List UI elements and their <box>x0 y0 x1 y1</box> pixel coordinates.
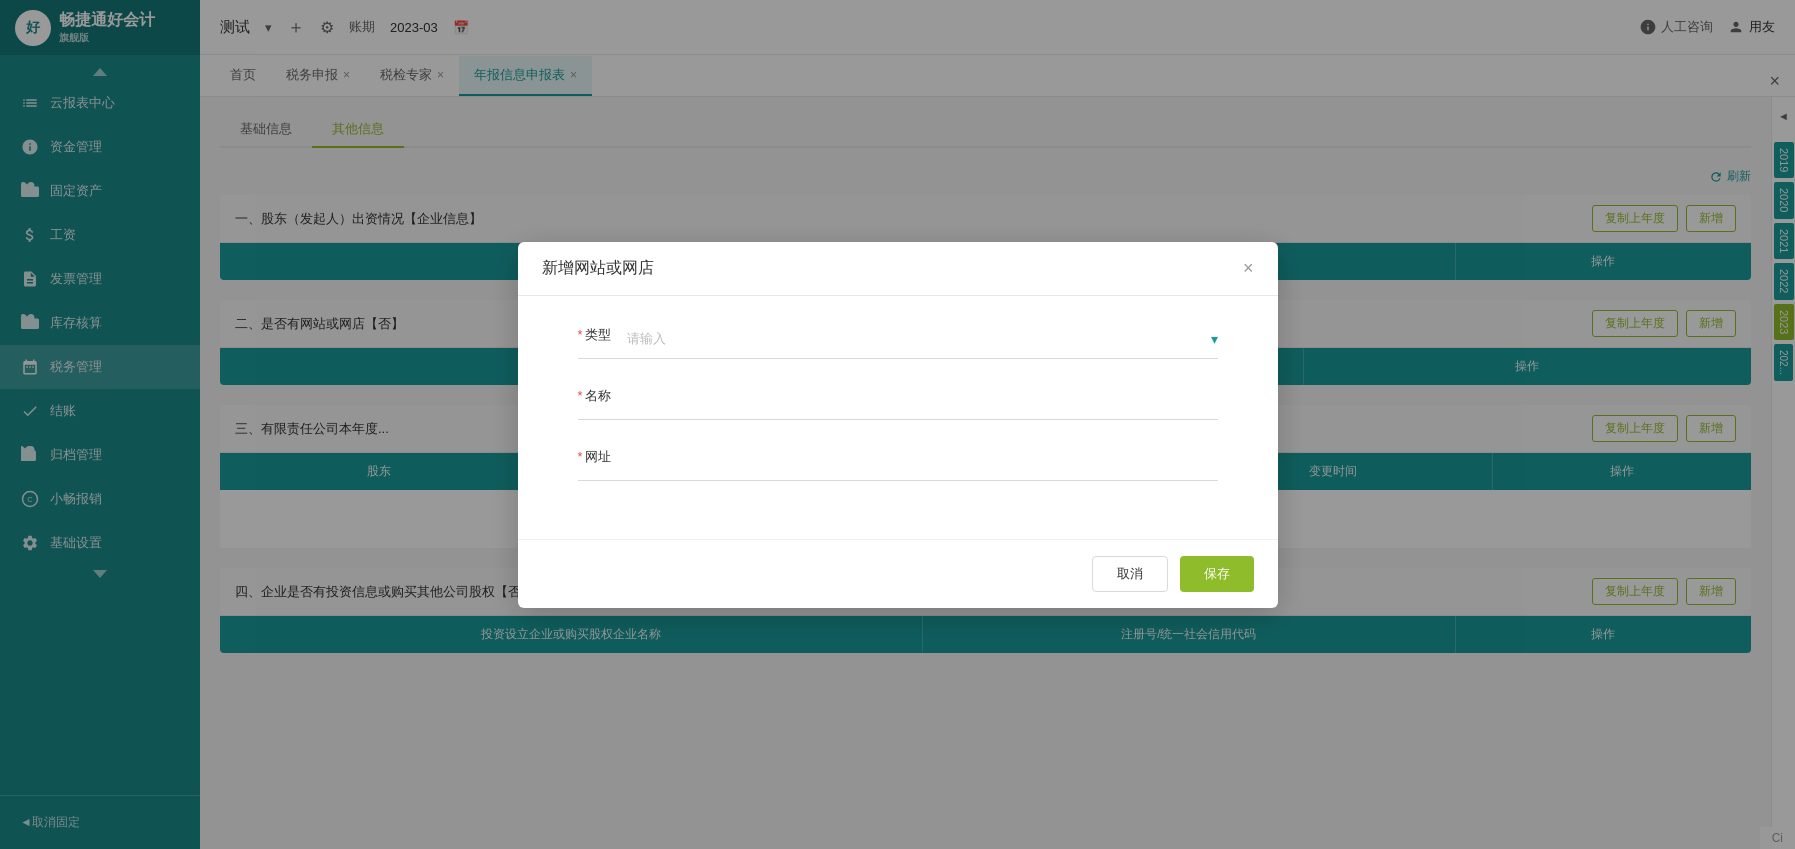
type-label: *类型 <box>578 326 611 344</box>
modal-footer: 取消 保存 <box>518 539 1278 608</box>
name-input[interactable] <box>627 392 1218 407</box>
cancel-btn[interactable]: 取消 <box>1092 556 1168 592</box>
save-btn[interactable]: 保存 <box>1180 556 1254 592</box>
form-row-name: *名称 <box>578 387 1218 420</box>
url-label: *网址 <box>578 448 611 466</box>
type-input[interactable] <box>627 331 1211 346</box>
form-field-type: *类型 ▾ <box>578 326 1218 359</box>
modal-add-website: 新增网站或网店 × *类型 ▾ *名称 <box>518 242 1278 608</box>
modal-close-btn[interactable]: × <box>1243 259 1254 277</box>
modal-body: *类型 ▾ *名称 <box>518 296 1278 539</box>
modal-header: 新增网站或网店 × <box>518 242 1278 296</box>
url-input[interactable] <box>627 453 1218 468</box>
form-field-url: *网址 <box>578 448 1218 481</box>
form-field-name: *名称 <box>578 387 1218 420</box>
modal-overlay[interactable]: 新增网站或网店 × *类型 ▾ *名称 <box>0 0 1795 849</box>
modal-title: 新增网站或网店 <box>542 258 654 279</box>
type-dropdown-arrow[interactable]: ▾ <box>1211 331 1218 347</box>
form-row-type: *类型 ▾ <box>578 326 1218 359</box>
name-label: *名称 <box>578 387 611 405</box>
form-row-url: *网址 <box>578 448 1218 481</box>
